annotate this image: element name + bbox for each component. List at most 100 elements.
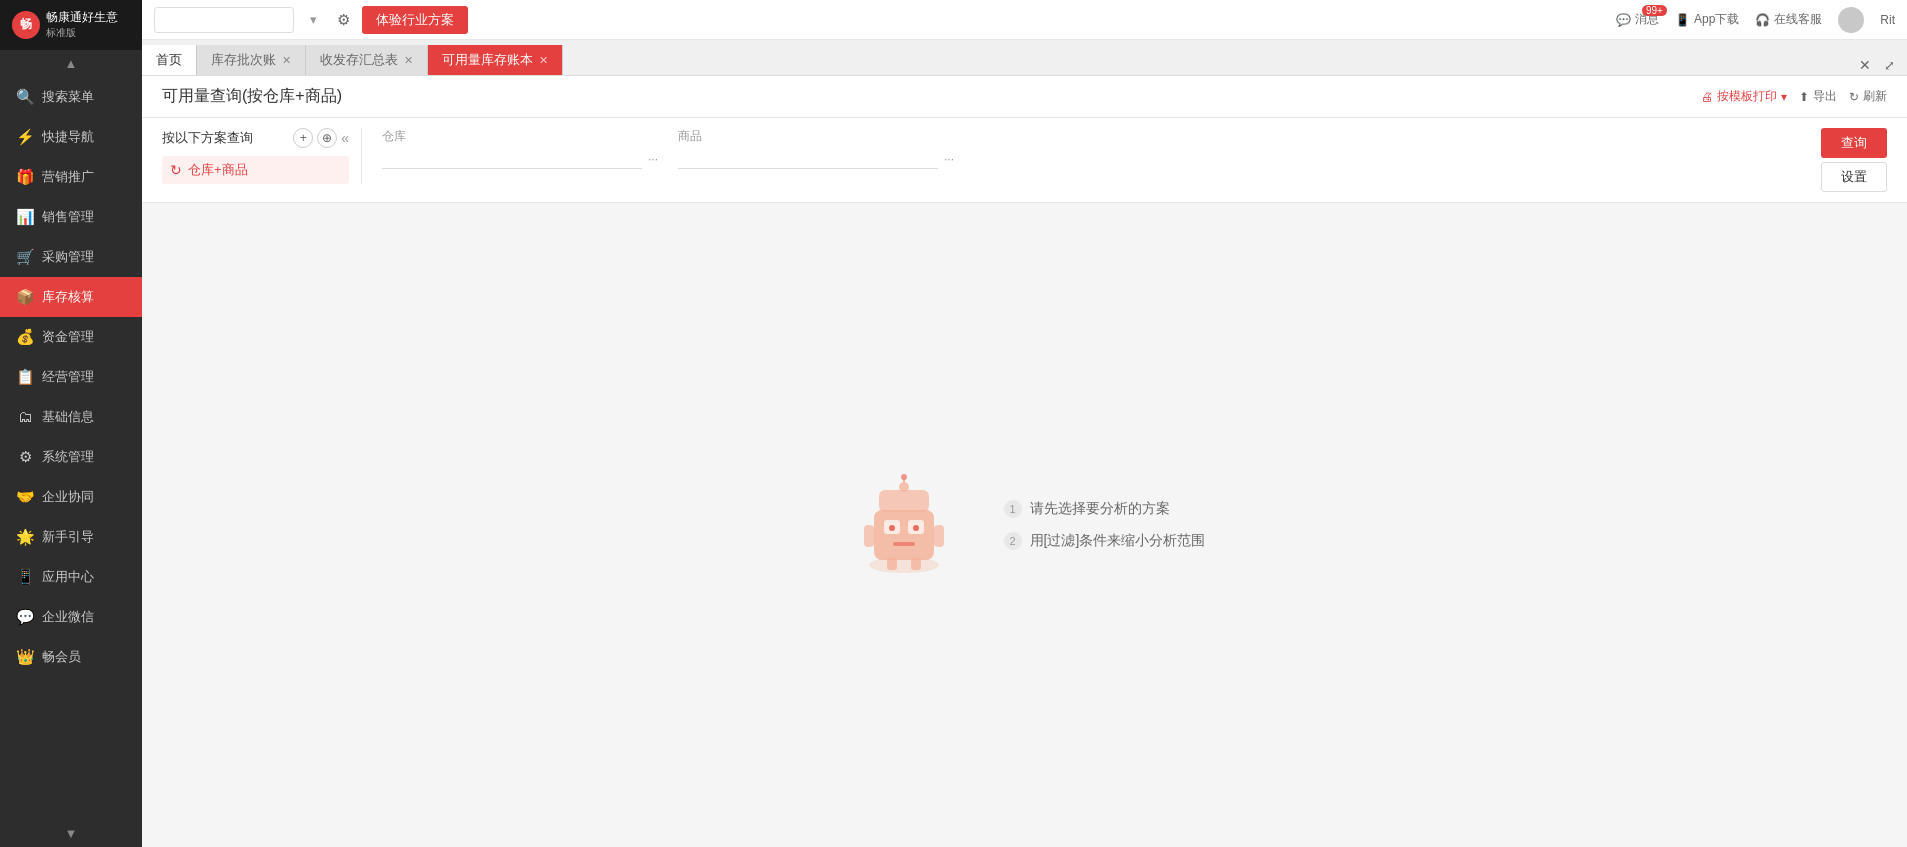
scheme-collapse-button[interactable]: «	[341, 130, 349, 146]
purchase-icon: 🛒	[16, 248, 34, 266]
sidebar-item-basic[interactable]: 🗂 基础信息	[0, 397, 142, 437]
tab-available[interactable]: 可用量库存账本 ✕	[428, 45, 563, 75]
app-label: App下载	[1694, 11, 1739, 28]
export-label: 导出	[1813, 88, 1837, 105]
sidebar-item-operation[interactable]: 📋 经营管理	[0, 357, 142, 397]
service-button[interactable]: 🎧 在线客服	[1755, 11, 1822, 28]
shortcut-icon: ⚡	[16, 128, 34, 146]
topbar-search-box[interactable]	[154, 7, 294, 33]
filter-goods-row: ···	[678, 149, 954, 169]
sidebar-item-label: 应用中心	[42, 568, 94, 586]
tip-text-2: 用[过滤]条件来缩小分析范围	[1030, 532, 1206, 550]
sidebar-item-purchase[interactable]: 🛒 采购管理	[0, 237, 142, 277]
right-action-bar: 查询 设置	[1821, 128, 1887, 192]
trial-button[interactable]: 体验行业方案	[362, 6, 468, 34]
scheme-item-label: 仓库+商品	[188, 161, 248, 179]
query-scheme-panel: 按以下方案查询 + ⊕ « ↻ 仓库+商品	[162, 128, 362, 184]
topbar-gear-icon[interactable]: ⚙	[332, 9, 354, 31]
filter-warehouse-input[interactable]	[382, 149, 642, 169]
svg-rect-1	[874, 510, 934, 560]
sidebar-item-enterprise[interactable]: 🤝 企业协同	[0, 477, 142, 517]
query-scheme-actions: + ⊕ «	[293, 128, 349, 148]
wechat-icon: 💬	[16, 608, 34, 626]
sidebar-item-label: 库存核算	[42, 288, 94, 306]
sidebar-item-marketing[interactable]: 🎁 营销推广	[0, 157, 142, 197]
main-area: ▾ ⚙ 体验行业方案 💬 消息 99+ 📱 App下载 🎧 在线客服 Rit 首…	[142, 0, 1907, 847]
print-icon: 🖨	[1701, 90, 1713, 104]
empty-state: 1 请先选择要分析的方案 2 用[过滤]条件来缩小分析范围	[142, 203, 1907, 847]
sidebar-item-system[interactable]: ⚙ 系统管理	[0, 437, 142, 477]
tip-num-1: 1	[1004, 500, 1022, 518]
sidebar-item-member[interactable]: 👑 畅会员	[0, 637, 142, 677]
sidebar-item-newguide[interactable]: 🌟 新手引导	[0, 517, 142, 557]
scheme-item-icon: ↻	[170, 162, 182, 178]
search-input[interactable]	[163, 13, 263, 27]
tabbar-actions: ✕ ⤢	[1855, 55, 1907, 75]
topbar-dropdown-icon[interactable]: ▾	[302, 9, 324, 31]
newguide-icon: 🌟	[16, 528, 34, 546]
tab-home-label: 首页	[156, 51, 182, 69]
tab-batch-close[interactable]: ✕	[282, 54, 291, 67]
empty-tip-1: 1 请先选择要分析的方案	[1004, 500, 1206, 518]
marketing-icon: 🎁	[16, 168, 34, 186]
sidebar-logo-info: 畅康通好生意 标准版	[46, 10, 118, 40]
notice-badge: 99+	[1642, 5, 1667, 16]
scheme-item-warehouse-goods[interactable]: ↻ 仓库+商品	[162, 156, 349, 184]
scheme-add-button[interactable]: +	[293, 128, 313, 148]
tab-summary[interactable]: 收发存汇总表 ✕	[306, 45, 428, 75]
empty-tips: 1 请先选择要分析的方案 2 用[过滤]条件来缩小分析范围	[1004, 500, 1206, 550]
filter-warehouse-more-button[interactable]: ···	[648, 152, 658, 166]
app-icon: 📱	[1675, 13, 1690, 27]
app-download-button[interactable]: 📱 App下载	[1675, 11, 1739, 28]
sidebar-scroll-down[interactable]: ▼	[0, 820, 142, 847]
sidebar-item-label: 采购管理	[42, 248, 94, 266]
print-label: 按模板打印	[1717, 88, 1777, 105]
sidebar-scroll-up[interactable]: ▲	[0, 50, 142, 77]
filter-goods-input[interactable]	[678, 149, 938, 169]
filter-warehouse: 仓库 ···	[382, 128, 658, 169]
tip-num-2: 2	[1004, 532, 1022, 550]
svg-rect-4	[889, 525, 895, 531]
sidebar-logo: 畅 畅康通好生意 标准版	[12, 10, 130, 40]
sidebar-item-search[interactable]: 🔍 搜索菜单	[0, 77, 142, 117]
sidebar-item-wechat[interactable]: 💬 企业微信	[0, 597, 142, 637]
sidebar-item-label: 企业协同	[42, 488, 94, 506]
sidebar-item-label: 搜索菜单	[42, 88, 94, 106]
sidebar-item-inventory[interactable]: 📦 库存核算	[0, 277, 142, 317]
empty-tip-2: 2 用[过滤]条件来缩小分析范围	[1004, 532, 1206, 550]
page-title: 可用量查询(按仓库+商品)	[162, 86, 342, 107]
filter-area: 仓库 ··· 商品 ···	[362, 128, 1811, 169]
filter-warehouse-row: ···	[382, 149, 658, 169]
sidebar-item-finance[interactable]: 💰 资金管理	[0, 317, 142, 357]
settings-button[interactable]: 设置	[1821, 162, 1887, 192]
sidebar-item-label: 畅会员	[42, 648, 81, 666]
refresh-button[interactable]: ↻ 刷新	[1849, 88, 1887, 105]
query-button[interactable]: 查询	[1821, 128, 1887, 158]
sidebar-item-label: 销售管理	[42, 208, 94, 226]
sidebar-item-sales[interactable]: 📊 销售管理	[0, 197, 142, 237]
tabbar-expand-button[interactable]: ⤢	[1879, 55, 1899, 75]
print-button[interactable]: 🖨 按模板打印 ▾	[1701, 88, 1787, 105]
sidebar-header: 畅 畅康通好生意 标准版	[0, 0, 142, 50]
export-button[interactable]: ⬆ 导出	[1799, 88, 1837, 105]
filter-goods-more-button[interactable]: ···	[944, 152, 954, 166]
filter-goods-label: 商品	[678, 128, 954, 145]
tab-home[interactable]: 首页	[142, 45, 197, 75]
sidebar-item-appstore[interactable]: 📱 应用中心	[0, 557, 142, 597]
sidebar-item-shortcut[interactable]: ⚡ 快捷导航	[0, 117, 142, 157]
svg-rect-9	[887, 558, 897, 570]
tab-batch[interactable]: 库存批次账 ✕	[197, 45, 306, 75]
tab-summary-label: 收发存汇总表	[320, 51, 398, 69]
svg-rect-5	[913, 525, 919, 531]
tabbar-close-button[interactable]: ✕	[1855, 55, 1875, 75]
tab-available-close[interactable]: ✕	[539, 54, 548, 67]
username-label[interactable]: Rit	[1880, 13, 1895, 27]
export-icon: ⬆	[1799, 90, 1809, 104]
query-scheme-header: 按以下方案查询 + ⊕ «	[162, 128, 349, 148]
avatar[interactable]	[1838, 7, 1864, 33]
tab-summary-close[interactable]: ✕	[404, 54, 413, 67]
service-label: 在线客服	[1774, 11, 1822, 28]
notice-button[interactable]: 💬 消息 99+	[1616, 11, 1659, 28]
sidebar-item-label: 经营管理	[42, 368, 94, 386]
scheme-settings-button[interactable]: ⊕	[317, 128, 337, 148]
